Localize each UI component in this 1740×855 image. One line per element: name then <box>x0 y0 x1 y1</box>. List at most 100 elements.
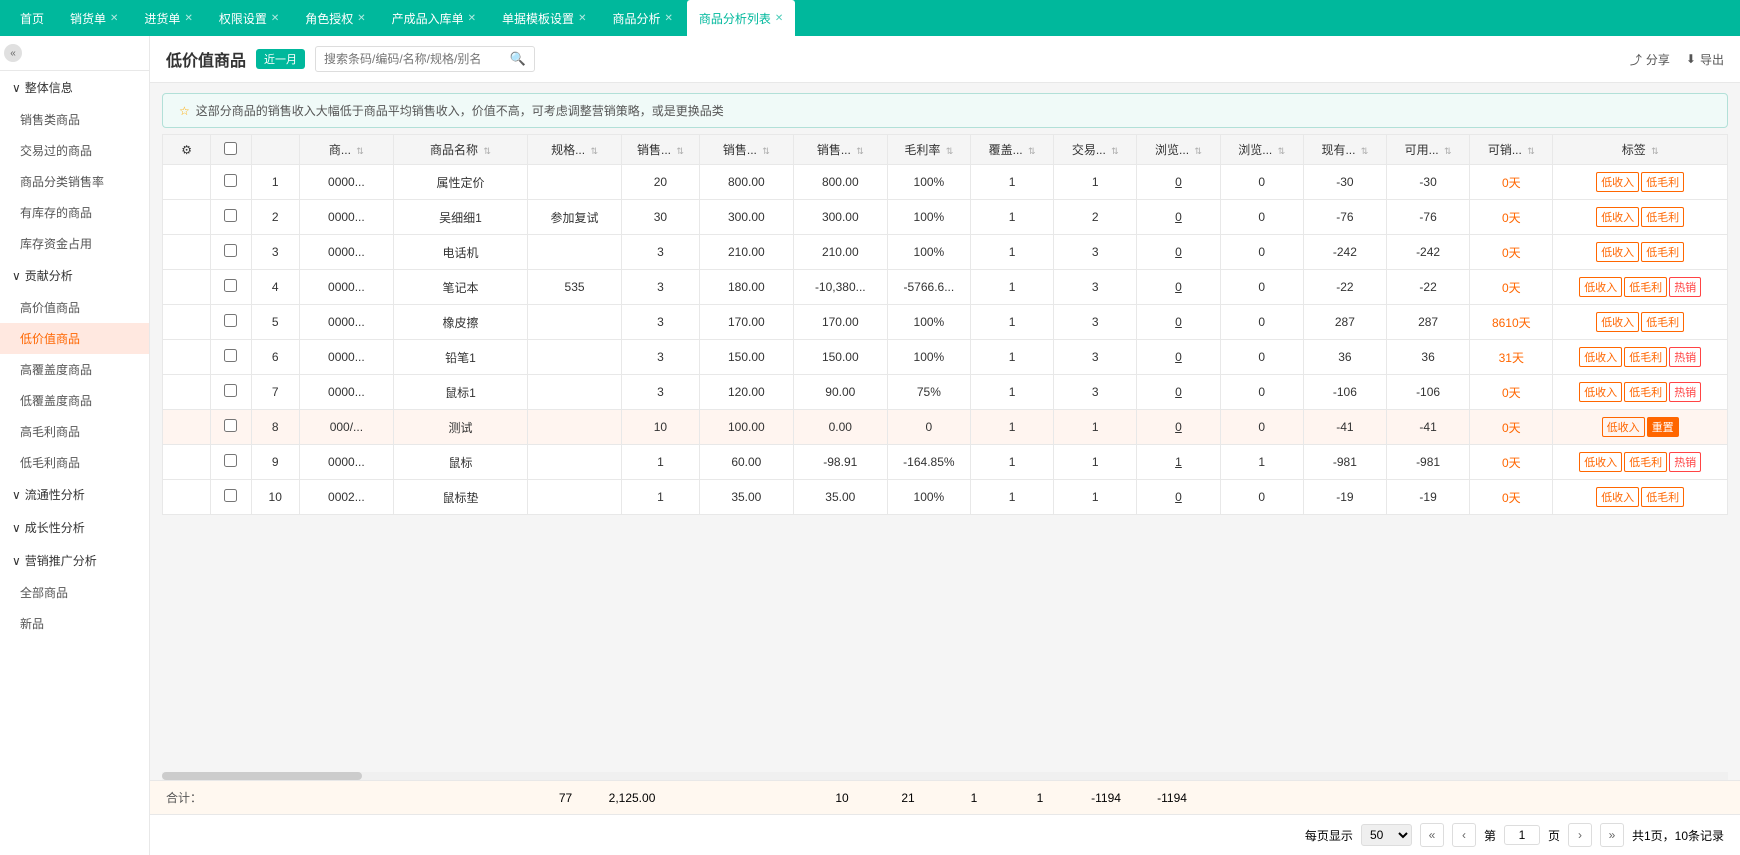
col-view1[interactable]: 1 <box>1137 445 1220 480</box>
view1-link[interactable]: 1 <box>1175 455 1182 469</box>
sidebar-group-growth[interactable]: ∨ 成长性分析 <box>0 511 149 544</box>
sidebar-item-low-coverage[interactable]: 低覆盖度商品 <box>0 385 149 416</box>
col-header-gross[interactable]: 毛利率 ⇅ <box>887 135 970 165</box>
sidebar-item-high-coverage[interactable]: 高覆盖度商品 <box>0 354 149 385</box>
row-checkbox[interactable] <box>224 209 237 222</box>
col-cb[interactable] <box>211 445 251 480</box>
nav-product-analysis-list[interactable]: 商品分析列表 ✕ <box>687 0 795 36</box>
sidebar-item-high-margin[interactable]: 高毛利商品 <box>0 416 149 447</box>
sidebar-item-category-sales[interactable]: 商品分类销售率 <box>0 166 149 197</box>
col-view1[interactable]: 0 <box>1137 410 1220 445</box>
select-all-checkbox[interactable] <box>224 142 237 155</box>
row-checkbox[interactable] <box>224 419 237 432</box>
row-checkbox[interactable] <box>224 314 237 327</box>
col-header-sale3[interactable]: 销售... ⇅ <box>793 135 887 165</box>
close-icon[interactable]: ✕ <box>468 13 476 24</box>
page-number-input[interactable] <box>1504 825 1540 845</box>
col-header-trade[interactable]: 交易... ⇅ <box>1054 135 1137 165</box>
close-icon[interactable]: ✕ <box>578 13 586 24</box>
col-header-settings[interactable]: ⚙ <box>163 135 211 165</box>
search-icon[interactable]: 🔍 <box>510 51 526 67</box>
col-view1[interactable]: 0 <box>1137 270 1220 305</box>
col-view1[interactable]: 0 <box>1137 235 1220 270</box>
view1-link[interactable]: 0 <box>1175 315 1182 329</box>
sidebar-item-stock-funds[interactable]: 库存资金占用 <box>0 228 149 259</box>
col-header-spec[interactable]: 规格... ⇅ <box>528 135 622 165</box>
export-button[interactable]: ⬇ 导出 <box>1686 51 1724 68</box>
col-cb[interactable] <box>211 235 251 270</box>
last-page-btn[interactable]: » <box>1600 823 1624 847</box>
col-header-code[interactable]: 商... ⇅ <box>299 135 393 165</box>
scroll-thumb[interactable] <box>162 772 362 780</box>
sidebar-item-traded-products[interactable]: 交易过的商品 <box>0 135 149 166</box>
nav-product-analysis[interactable]: 商品分析 ✕ <box>600 0 684 36</box>
next-page-btn[interactable]: › <box>1568 823 1592 847</box>
row-checkbox[interactable] <box>224 384 237 397</box>
col-cb[interactable] <box>211 480 251 515</box>
close-icon[interactable]: ✕ <box>664 13 672 24</box>
close-icon[interactable]: ✕ <box>775 13 783 24</box>
col-view1[interactable]: 0 <box>1137 200 1220 235</box>
horizontal-scrollbar[interactable] <box>162 772 1728 780</box>
first-page-btn[interactable]: « <box>1420 823 1444 847</box>
sidebar-group-circulation[interactable]: ∨ 流通性分析 <box>0 478 149 511</box>
close-icon[interactable]: ✕ <box>271 13 279 24</box>
filter-tag-recent[interactable]: 近一月 <box>256 49 305 69</box>
sidebar-item-new-products[interactable]: 新品 <box>0 608 149 639</box>
col-view1[interactable]: 0 <box>1137 305 1220 340</box>
view1-link[interactable]: 0 <box>1175 385 1182 399</box>
per-page-select[interactable]: 50 100 200 <box>1361 824 1412 846</box>
row-checkbox[interactable] <box>224 279 237 292</box>
prev-page-btn[interactable]: ‹ <box>1452 823 1476 847</box>
col-view1[interactable]: 0 <box>1137 480 1220 515</box>
nav-permission-settings[interactable]: 权限设置 ✕ <box>207 0 291 36</box>
col-cb[interactable] <box>211 200 251 235</box>
col-view1[interactable]: 0 <box>1137 165 1220 200</box>
search-input[interactable] <box>324 52 504 66</box>
sidebar-item-all-products[interactable]: 全部商品 <box>0 577 149 608</box>
sidebar-item-low-value[interactable]: 低价值商品 <box>0 323 149 354</box>
col-cb[interactable] <box>211 270 251 305</box>
col-view1[interactable]: 0 <box>1137 375 1220 410</box>
nav-home[interactable]: 首页 <box>8 0 56 36</box>
col-header-cover[interactable]: 覆盖... ⇅ <box>970 135 1053 165</box>
close-icon[interactable]: ✕ <box>184 13 192 24</box>
view1-link[interactable]: 0 <box>1175 245 1182 259</box>
col-header-cb[interactable] <box>211 135 251 165</box>
col-cb[interactable] <box>211 410 251 445</box>
col-header-sale1[interactable]: 销售... ⇅ <box>622 135 700 165</box>
col-header-stock3[interactable]: 可销... ⇅ <box>1470 135 1553 165</box>
sidebar-group-marketing[interactable]: ∨ 营销推广分析 <box>0 544 149 577</box>
close-icon[interactable]: ✕ <box>110 13 118 24</box>
view1-link[interactable]: 0 <box>1175 210 1182 224</box>
sidebar-collapse-btn[interactable]: « <box>4 44 22 62</box>
col-cb[interactable] <box>211 375 251 410</box>
sidebar-group-overall[interactable]: ∨ 整体信息 <box>0 71 149 104</box>
sidebar-item-high-value[interactable]: 高价值商品 <box>0 292 149 323</box>
sidebar-item-low-margin[interactable]: 低毛利商品 <box>0 447 149 478</box>
close-icon[interactable]: ✕ <box>357 13 365 24</box>
nav-product-inbound[interactable]: 产成品入库单 ✕ <box>380 0 488 36</box>
sidebar-group-contribution[interactable]: ∨ 贡献分析 <box>0 259 149 292</box>
col-header-view2[interactable]: 浏览... ⇅ <box>1220 135 1303 165</box>
sidebar-item-stock-products[interactable]: 有库存的商品 <box>0 197 149 228</box>
col-header-stock1[interactable]: 现有... ⇅ <box>1303 135 1386 165</box>
row-checkbox[interactable] <box>224 489 237 502</box>
col-header-name[interactable]: 商品名称 ⇅ <box>393 135 527 165</box>
nav-template-settings[interactable]: 单据模板设置 ✕ <box>490 0 598 36</box>
col-cb[interactable] <box>211 340 251 375</box>
view1-link[interactable]: 0 <box>1175 175 1182 189</box>
view1-link[interactable]: 0 <box>1175 280 1182 294</box>
view1-link[interactable]: 0 <box>1175 490 1182 504</box>
col-view1[interactable]: 0 <box>1137 340 1220 375</box>
view1-link[interactable]: 0 <box>1175 420 1182 434</box>
col-header-sale2[interactable]: 销售... ⇅ <box>699 135 793 165</box>
row-checkbox[interactable] <box>224 244 237 257</box>
view1-link[interactable]: 0 <box>1175 350 1182 364</box>
nav-role-auth[interactable]: 角色授权 ✕ <box>293 0 377 36</box>
nav-sales-order[interactable]: 销货单 ✕ <box>58 0 130 36</box>
row-checkbox[interactable] <box>224 454 237 467</box>
share-button[interactable]: ⤴ 分享 <box>1630 51 1670 68</box>
col-header-tag[interactable]: 标签 ⇅ <box>1553 135 1728 165</box>
row-checkbox[interactable] <box>224 174 237 187</box>
